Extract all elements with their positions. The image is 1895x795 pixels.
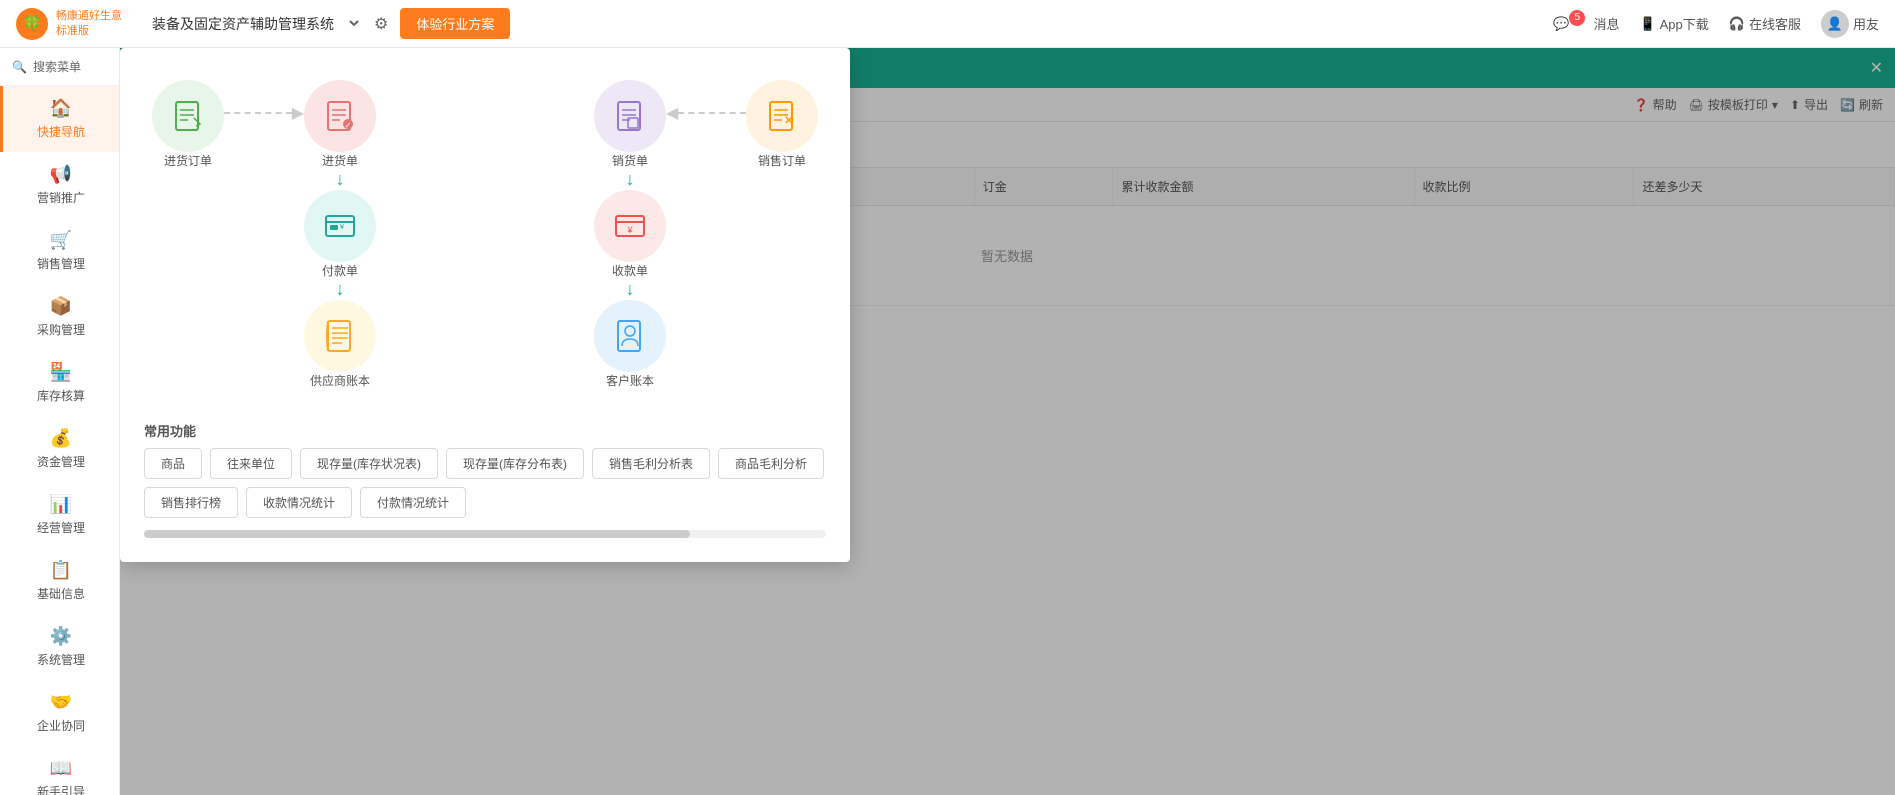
payment-circle[interactable]: ¥ bbox=[304, 190, 376, 262]
sidebar-item-inventory[interactable]: 🏪 库存核算 bbox=[0, 350, 119, 416]
sidebar-item-purchase[interactable]: 📦 采购管理 bbox=[0, 284, 119, 350]
func-btn-payment-stats[interactable]: 付款情况统计 bbox=[360, 487, 466, 518]
workflow-payment: ¥ 付款单 bbox=[304, 190, 376, 279]
sidebar-item-marketing[interactable]: 📢 营销推广 bbox=[0, 152, 119, 218]
management-icon: 📊 bbox=[50, 494, 72, 515]
func-btn-goods-profit[interactable]: 商品毛利分析 bbox=[718, 448, 824, 479]
message-item[interactable]: 💬 5 消息 bbox=[1553, 14, 1619, 33]
modal-overlay[interactable]: 进货订单 ▶ bbox=[120, 48, 1895, 795]
func-btn-receipt-stats[interactable]: 收款情况统计 bbox=[246, 487, 352, 518]
system-select[interactable] bbox=[342, 15, 362, 32]
workflow-sale-order: 销售订单 bbox=[746, 80, 818, 169]
finance-icon: 💰 bbox=[50, 428, 72, 449]
sidebar-item-enterprise[interactable]: 🤝 企业协同 bbox=[0, 680, 119, 746]
inventory-icon: 🏪 bbox=[50, 362, 72, 383]
purchase-order-circle[interactable] bbox=[152, 80, 224, 152]
newbie-icon: 📖 bbox=[50, 758, 72, 779]
sales-icon: 🛒 bbox=[50, 230, 72, 251]
message-icon: 💬 bbox=[1553, 16, 1569, 32]
app-download-item[interactable]: 📱 App下载 bbox=[1639, 14, 1708, 33]
workflow-sale: 销货单 bbox=[594, 80, 666, 169]
trial-button[interactable]: 体验行业方案 bbox=[400, 8, 510, 39]
user-name: 用友 bbox=[1853, 14, 1879, 33]
sidebar-item-system[interactable]: ⚙️ 系统管理 bbox=[0, 614, 119, 680]
workflow-supplier-ledger: 供应商账本 bbox=[304, 300, 376, 389]
sidebar-item-sales[interactable]: 🛒 销售管理 bbox=[0, 218, 119, 284]
modal-scrollbar-thumb bbox=[144, 530, 690, 538]
sidebar-item-base-info[interactable]: 📋 基础信息 bbox=[0, 548, 119, 614]
func-btn-partner[interactable]: 往来单位 bbox=[210, 448, 292, 479]
header-right: 💬 5 消息 📱 App下载 🎧 在线客服 👤 用友 bbox=[1553, 10, 1879, 38]
svg-text:¥: ¥ bbox=[626, 225, 633, 235]
system-title: 装备及固定资产辅助管理系统 bbox=[152, 14, 334, 34]
modal-scrollbar[interactable] bbox=[144, 530, 826, 538]
top-header: 🍀 畅康通好生意 标准版 装备及固定资产辅助管理系统 ⚙ 体验行业方案 💬 5 … bbox=[0, 0, 1895, 48]
func-btn-sales-rank[interactable]: 销售排行榜 bbox=[144, 487, 238, 518]
workflow-customer-ledger: 客户账本 bbox=[594, 300, 666, 389]
sidebar-item-finance[interactable]: 💰 资金管理 bbox=[0, 416, 119, 482]
workflow-diagram: 进货订单 ▶ bbox=[144, 72, 826, 405]
logo-text: 畅康通好生意 标准版 bbox=[56, 9, 122, 38]
logo-icon: 🍀 bbox=[16, 8, 48, 40]
workflow-purchase-order: 进货订单 bbox=[152, 80, 224, 169]
search-icon: 🔍 bbox=[12, 60, 27, 74]
func-btn-sales-profit[interactable]: 销售毛利分析表 bbox=[592, 448, 710, 479]
home-icon: 🏠 bbox=[50, 98, 72, 119]
sidebar: 🔍 搜索菜单 🏠 快捷导航 📢 营销推广 🛒 销售管理 📦 采购管理 🏪 库存核… bbox=[0, 48, 120, 795]
svg-text:¥: ¥ bbox=[340, 224, 344, 231]
enterprise-icon: 🤝 bbox=[50, 692, 72, 713]
supplier-ledger-circle[interactable] bbox=[304, 300, 376, 372]
common-functions: 常用功能 商品 往来单位 现存量(库存状况表) 现存量(库存分布表) 销售毛利分… bbox=[144, 421, 826, 518]
workflow-receipt: ¥ 收款单 bbox=[594, 190, 666, 279]
sidebar-item-quick-nav[interactable]: 🏠 快捷导航 bbox=[0, 86, 119, 152]
content-area: 首页 销售订单执行表 ✕ ✕ ❓ 帮助 🖨 按模板打印 ▾ ⬆ 导出 bbox=[120, 48, 1895, 795]
header-controls: ⚙ bbox=[342, 14, 388, 34]
modal: 进货订单 ▶ bbox=[120, 48, 850, 562]
func-btn-goods[interactable]: 商品 bbox=[144, 448, 202, 479]
sidebar-item-newbie[interactable]: 📖 新手引导 bbox=[0, 746, 119, 795]
main-layout: 🔍 搜索菜单 🏠 快捷导航 📢 营销推广 🛒 销售管理 📦 采购管理 🏪 库存核… bbox=[0, 48, 1895, 795]
func-buttons-row1: 商品 往来单位 现存量(库存状况表) 现存量(库存分布表) 销售毛利分析表 商品… bbox=[144, 448, 826, 479]
workflow-purchase: ✓ 进货单 bbox=[304, 80, 376, 169]
logo-area: 🍀 畅康通好生意 标准版 bbox=[16, 8, 136, 40]
service-icon: 🎧 bbox=[1729, 16, 1745, 32]
user-item[interactable]: 👤 用友 bbox=[1821, 10, 1879, 38]
service-item[interactable]: 🎧 在线客服 bbox=[1729, 14, 1801, 33]
settings-icon[interactable]: ⚙ bbox=[374, 14, 388, 34]
purchase-icon: 📦 bbox=[50, 296, 72, 317]
sale-order-circle[interactable] bbox=[746, 80, 818, 152]
search-menu[interactable]: 🔍 搜索菜单 bbox=[0, 48, 119, 86]
marketing-icon: 📢 bbox=[50, 164, 72, 185]
func-btn-stock-dist[interactable]: 现存量(库存分布表) bbox=[446, 448, 584, 479]
sidebar-item-management[interactable]: 📊 经营管理 bbox=[0, 482, 119, 548]
svg-text:✓: ✓ bbox=[345, 121, 352, 130]
receipt-circle[interactable]: ¥ bbox=[594, 190, 666, 262]
system-icon: ⚙️ bbox=[50, 626, 72, 647]
common-functions-title: 常用功能 bbox=[144, 421, 826, 440]
customer-ledger-circle[interactable] bbox=[594, 300, 666, 372]
func-buttons-row2: 销售排行榜 收款情况统计 付款情况统计 bbox=[144, 487, 826, 518]
base-info-icon: 📋 bbox=[50, 560, 72, 581]
purchase-circle[interactable]: ✓ bbox=[304, 80, 376, 152]
func-btn-stock-status[interactable]: 现存量(库存状况表) bbox=[300, 448, 438, 479]
avatar: 👤 bbox=[1821, 10, 1849, 38]
sale-circle[interactable] bbox=[594, 80, 666, 152]
app-icon: 📱 bbox=[1639, 16, 1655, 32]
